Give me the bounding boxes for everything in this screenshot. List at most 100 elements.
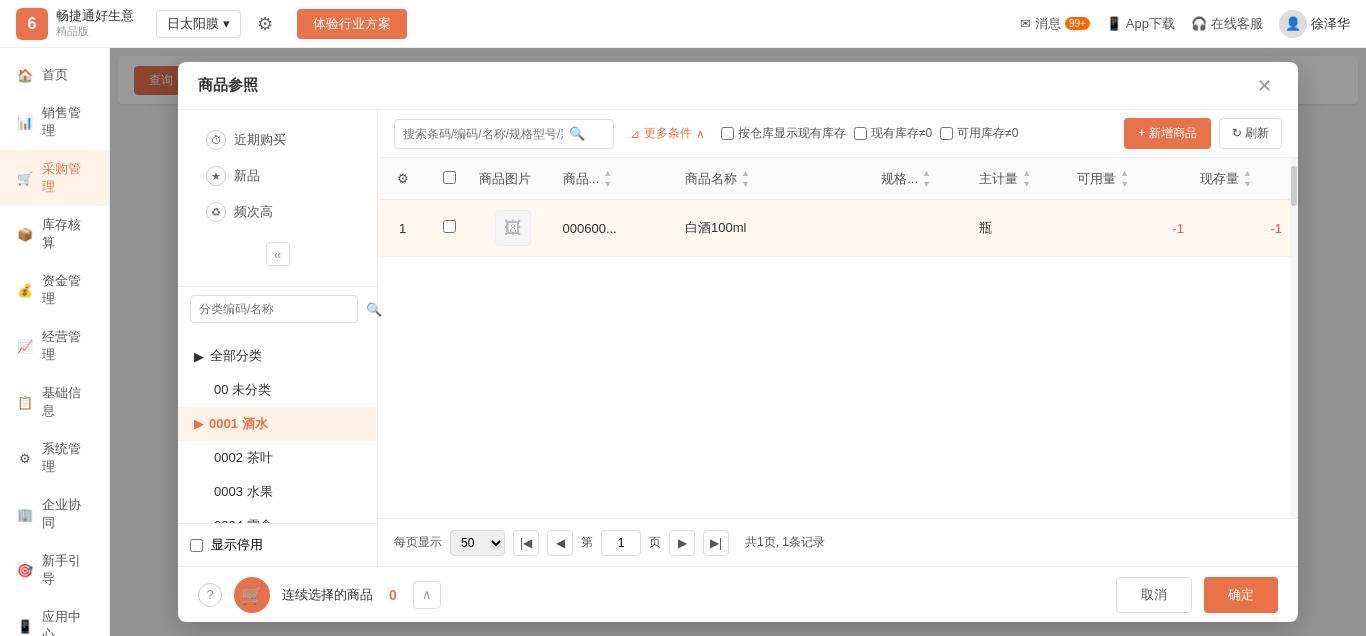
cart-icon[interactable]: 🛒: [234, 577, 270, 613]
product-table: ⚙ 商品图片: [378, 158, 1290, 257]
per-page-label: 每页显示: [394, 534, 442, 551]
warehouse-filter-checkbox[interactable]: 按仓库显示现有库存: [721, 125, 846, 142]
sidebar-item-sales[interactable]: 📊 销售管理: [0, 94, 109, 150]
product-search-input[interactable]: [403, 127, 563, 141]
home-icon: 🏠: [16, 66, 34, 84]
confirm-btn[interactable]: 确定: [1204, 577, 1278, 613]
frequent-icon: ♻: [206, 202, 226, 222]
total-info: 共1页, 1条记录: [745, 534, 825, 551]
search-icon: 🔍: [569, 126, 585, 141]
sidebar-item-guide[interactable]: 🎯 新手引导: [0, 542, 109, 598]
row-checkbox[interactable]: [443, 220, 456, 233]
td-name: 白酒100ml: [677, 200, 873, 257]
logo-area: 6 畅捷通好生意 精品版: [16, 8, 136, 40]
per-page-select[interactable]: 50 10 20 100: [450, 530, 505, 556]
prev-page-btn[interactable]: ◀: [547, 530, 573, 556]
quick-item-frequent[interactable]: ♻ 频次高: [190, 194, 365, 230]
settings-icon: ⚙: [397, 171, 409, 186]
filter-icon: ⊿: [630, 127, 640, 141]
vertical-scrollbar[interactable]: [1290, 158, 1298, 518]
sidebar-item-finance[interactable]: 💰 资金管理: [0, 262, 109, 318]
product-search-bar[interactable]: 🔍: [394, 119, 614, 149]
add-product-btn[interactable]: + 新增商品: [1124, 118, 1210, 149]
modal-overlay: 商品参照 ✕ ⏱ 近期购买: [110, 48, 1366, 636]
quick-item-new[interactable]: ★ 新品: [190, 158, 365, 194]
usable-filter-checkbox[interactable]: 可用库存≠0: [940, 125, 1018, 142]
next-page-btn[interactable]: ▶: [669, 530, 695, 556]
sidebar-item-inventory[interactable]: 📦 库存核算: [0, 206, 109, 262]
refresh-btn[interactable]: ↻ 刷新: [1219, 118, 1282, 149]
main-layout: 🏠 首页 📊 销售管理 🛒 采购管理 📦 库存核算 💰 资金管理 📈 经营管理 …: [0, 48, 1366, 636]
page-number-input[interactable]: [601, 530, 641, 556]
category-00[interactable]: 00 未分类: [178, 373, 377, 407]
page-of-text: 页: [649, 534, 661, 551]
operations-icon: 📈: [16, 337, 34, 355]
enterprise-icon: 🏢: [16, 505, 34, 523]
first-page-btn[interactable]: |◀: [513, 530, 539, 556]
modal-close-btn[interactable]: ✕: [1250, 72, 1278, 100]
recent-icon: ⏱: [206, 130, 226, 150]
th-settings: ⚙: [378, 158, 427, 200]
sidebar-item-home[interactable]: 🏠 首页: [0, 56, 109, 94]
messages-btn[interactable]: ✉ 消息 99+: [1020, 15, 1090, 33]
select-all-checkbox[interactable]: [443, 171, 456, 184]
cancel-btn[interactable]: 取消: [1116, 577, 1192, 613]
inventory-icon: 📦: [16, 225, 34, 243]
headset-icon: 🎧: [1191, 16, 1207, 31]
sidebar-item-basic[interactable]: 📋 基础信息: [0, 374, 109, 430]
edition-label: 精品版: [56, 24, 134, 39]
app-download-btn[interactable]: 📱 App下载: [1106, 15, 1175, 33]
user-avatar[interactable]: 👤 徐泽华: [1279, 10, 1350, 38]
store-selector[interactable]: 日太阳膜 ▾: [156, 10, 241, 38]
sidebar-item-purchase[interactable]: 🛒 采购管理: [0, 150, 109, 206]
sort-arrows-stock: ▲▼: [1243, 168, 1252, 189]
table-body: 1 🖼 000600...: [378, 200, 1290, 257]
category-0001[interactable]: ▶ 0001 酒水: [178, 407, 377, 441]
category-0003[interactable]: 0003 水果: [178, 475, 377, 509]
quick-items-list: ⏱ 近期购买 ★ 新品 ♻ 频次高: [190, 122, 365, 230]
help-icon[interactable]: ?: [198, 583, 222, 607]
quick-items-section: ⏱ 近期购买 ★ 新品 ♻ 频次高: [178, 110, 377, 287]
apps-icon: 📱: [16, 617, 34, 635]
table-wrapper: ⚙ 商品图片: [378, 158, 1298, 518]
sidebar-item-enterprise[interactable]: 🏢 企业协同: [0, 486, 109, 542]
footer-collapse-btn[interactable]: ∧: [413, 581, 441, 609]
sidebar-item-operations[interactable]: 📈 经营管理: [0, 318, 109, 374]
sales-icon: 📊: [16, 113, 34, 131]
category-search-input[interactable]: [190, 295, 358, 323]
purchase-icon: 🛒: [16, 169, 34, 187]
modal-header: 商品参照 ✕: [178, 62, 1298, 110]
table-container: ⚙ 商品图片: [378, 158, 1290, 518]
available-filter-checkbox[interactable]: 现有库存≠0: [854, 125, 932, 142]
category-0004[interactable]: 0004 零食: [178, 509, 377, 523]
td-num: 1: [378, 200, 427, 257]
pagination-row: 每页显示 50 10 20 100 |◀ ◀ 第 页: [378, 518, 1298, 566]
quick-item-recent[interactable]: ⏱ 近期购买: [190, 122, 365, 158]
modal-footer: ? 🛒 连续选择的商品 0 ∧ 取消 确定: [178, 566, 1298, 622]
category-0002[interactable]: 0002 茶叶: [178, 441, 377, 475]
table-row[interactable]: 1 🖼 000600...: [378, 200, 1290, 257]
trial-btn[interactable]: 体验行业方案: [297, 9, 407, 39]
left-panel-collapse-btn[interactable]: «: [266, 242, 290, 266]
scroll-thumb[interactable]: [1291, 166, 1297, 206]
modal-actions: + 新增商品 ↻ 刷新: [1124, 118, 1282, 149]
settings-gear-icon[interactable]: ⚙: [249, 8, 281, 40]
modal-body: ⏱ 近期购买 ★ 新品 ♻ 频次高: [178, 110, 1298, 566]
sidebar-item-system[interactable]: ⚙ 系统管理: [0, 430, 109, 486]
brand-name: 畅捷通好生意: [56, 8, 134, 25]
show-disabled-checkbox[interactable]: [190, 539, 203, 552]
category-all[interactable]: ▶ 全部分类: [178, 339, 377, 373]
more-filter-btn[interactable]: ⊿ 更多条件 ∧: [622, 121, 713, 146]
guide-icon: 🎯: [16, 561, 34, 579]
td-unit: 瓶: [971, 200, 1069, 257]
category-search-row: 🔍: [178, 287, 377, 331]
sidebar-item-apps[interactable]: 📱 应用中心: [0, 598, 109, 636]
td-checkbox[interactable]: [427, 200, 471, 257]
modal-title: 商品参照: [198, 76, 1250, 95]
select-count: 0: [389, 587, 397, 603]
modal-left-footer: 显示停用: [178, 523, 377, 566]
last-page-btn[interactable]: ▶|: [703, 530, 729, 556]
online-service-btn[interactable]: 🎧 在线客服: [1191, 15, 1263, 33]
product-image: 🖼: [495, 210, 531, 246]
modal-toolbar: 🔍 ⊿ 更多条件 ∧ 按仓库显示现有库存: [378, 110, 1298, 158]
